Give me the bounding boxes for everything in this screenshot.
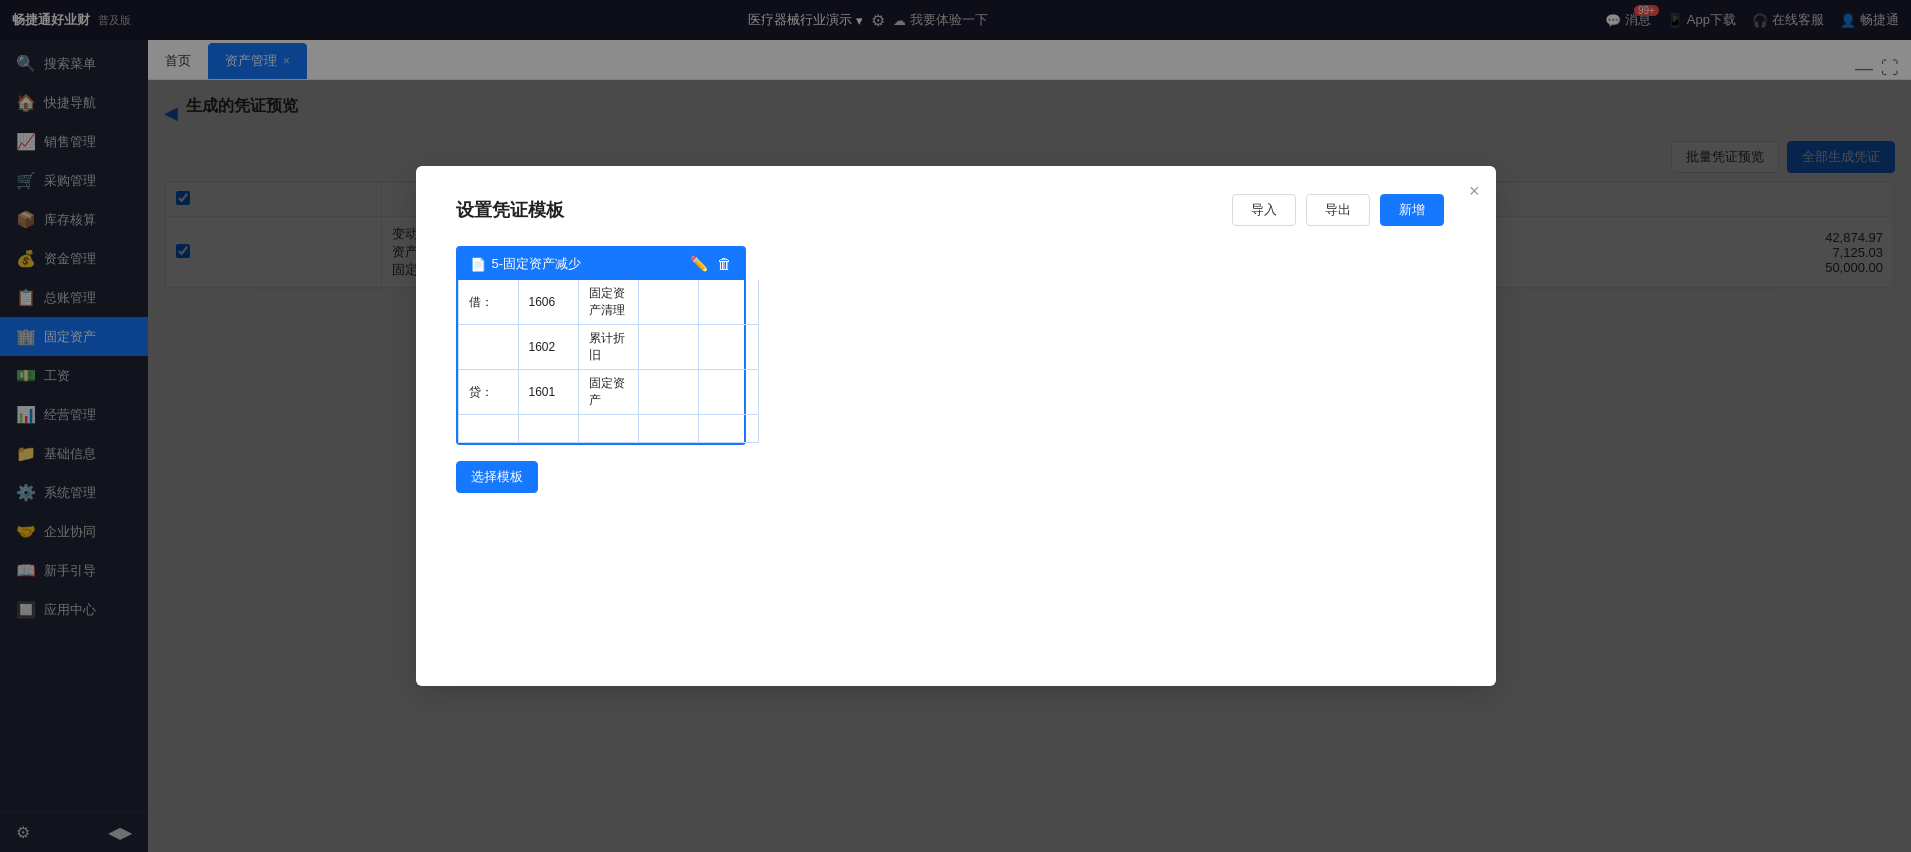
entry-debit — [638, 370, 698, 415]
dialog-set-template: 设置凭证模板 × 导入 导出 新增 📄 5-固定资产减少 ✏️ 🗑 借： — [416, 166, 1496, 686]
entry-code: 1606 — [518, 280, 578, 325]
template-entry-row: 借： 1606 固定资产清理 — [458, 280, 758, 325]
template-entry-row: 1602 累计折旧 — [458, 325, 758, 370]
entry-code: 1601 — [518, 370, 578, 415]
dialog-toolbar: 导入 导出 新增 — [1232, 194, 1444, 226]
new-button[interactable]: 新增 — [1380, 194, 1444, 226]
select-template-button[interactable]: 选择模板 — [456, 461, 538, 493]
template-edit-icon[interactable]: ✏️ — [690, 255, 709, 273]
template-card-header-left: 📄 5-固定资产减少 — [470, 255, 582, 273]
entry-code: 1602 — [518, 325, 578, 370]
dialog-close-button[interactable]: × — [1469, 182, 1480, 200]
entry-credit — [698, 370, 758, 415]
template-delete-icon[interactable]: 🗑 — [717, 255, 732, 273]
template-entries-table: 借： 1606 固定资产清理 1602 累计折旧 贷： 1601 固定资产 — [458, 280, 759, 443]
template-card-actions: ✏️ 🗑 — [690, 255, 732, 273]
entry-type: 贷： — [458, 370, 518, 415]
import-button[interactable]: 导入 — [1232, 194, 1296, 226]
entry-type: 借： — [458, 280, 518, 325]
template-name: 5-固定资产减少 — [492, 255, 582, 273]
template-card: 📄 5-固定资产减少 ✏️ 🗑 借： 1606 固定资产清理 1602 累计折旧 — [456, 246, 746, 445]
select-template-container: 选择模板 — [456, 461, 1456, 493]
export-button[interactable]: 导出 — [1306, 194, 1370, 226]
template-entry-row: 贷： 1601 固定资产 — [458, 370, 758, 415]
dialog-backdrop: 设置凭证模板 × 导入 导出 新增 📄 5-固定资产减少 ✏️ 🗑 借： — [0, 0, 1911, 852]
entry-type — [458, 325, 518, 370]
entry-account: 固定资产 — [578, 370, 638, 415]
entry-debit — [638, 325, 698, 370]
entry-account: 固定资产清理 — [578, 280, 638, 325]
entry-credit — [698, 325, 758, 370]
template-entry-empty-row — [458, 415, 758, 443]
entry-credit — [698, 280, 758, 325]
template-doc-icon: 📄 — [470, 257, 486, 272]
template-card-header: 📄 5-固定资产减少 ✏️ 🗑 — [458, 248, 744, 280]
entry-account: 累计折旧 — [578, 325, 638, 370]
entry-debit — [638, 280, 698, 325]
